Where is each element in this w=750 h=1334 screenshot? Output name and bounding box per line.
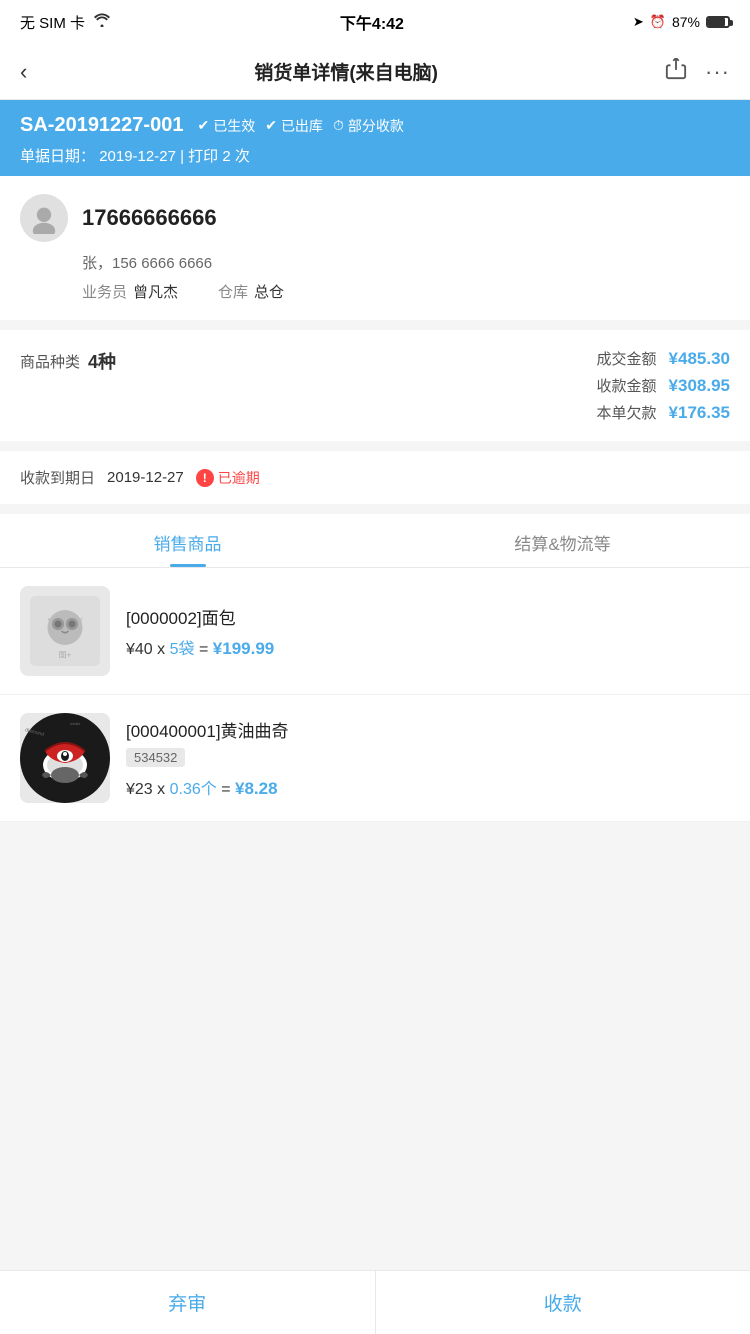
product-name-1: [0000002]面包 (126, 604, 730, 629)
tab-settlement[interactable]: 结算&物流等 (375, 514, 750, 567)
battery-label: 87% (672, 14, 700, 30)
price-qty-1: 5袋 (170, 641, 195, 658)
location-icon: ➤ (633, 14, 644, 30)
amount-label: 成交金额 (597, 348, 657, 369)
received-row: 收款金额 ¥308.95 (597, 375, 730, 396)
order-id: SA-20191227-001 (20, 114, 183, 137)
alarm-icon: ⏰ (650, 14, 666, 30)
collect-payment-button[interactable]: 收款 (376, 1271, 750, 1334)
customer-phone: 17666666666 (82, 205, 217, 231)
type-value: 4种 (88, 348, 116, 374)
avatar (20, 194, 68, 242)
cancel-review-button[interactable]: 弃审 (0, 1271, 376, 1334)
overdue-icon: ! (196, 469, 214, 487)
badge-shipped: ✔ 已出库 (265, 116, 323, 136)
price-unit-1: ¥40 (126, 641, 153, 658)
badge-shipped-label: 已出库 (281, 116, 323, 136)
warehouse-label: 仓库 (218, 281, 248, 302)
debt-value: ¥176.35 (669, 403, 730, 423)
product-name-2: [000400001]黄油曲奇 (126, 717, 730, 742)
header-top: SA-20191227-001 ✔ 已生效 ✔ 已出库 ⏱ 部分收款 (20, 114, 730, 137)
product-info-2: [000400001]黄油曲奇 534532 ¥23 x 0.36个 = ¥8.… (126, 717, 730, 799)
badge-partial-label: 部分收款 (348, 116, 404, 136)
product-title-2: 黄油曲奇 (221, 722, 289, 741)
share-button[interactable] (665, 58, 687, 86)
badge-partial: ⏱ 部分收款 (333, 116, 404, 136)
received-label: 收款金额 (597, 375, 657, 396)
sales-label: 业务员 (82, 281, 127, 302)
sales-value: 曾凡杰 (133, 281, 178, 302)
stats-left: 商品种类 4种 (20, 348, 116, 374)
amount-value: ¥485.30 (669, 349, 730, 369)
nav-actions: ··· (665, 58, 730, 86)
debt-label: 本单欠款 (597, 402, 657, 423)
due-date-label: 收款到期日 (20, 467, 95, 488)
stats-card: 商品种类 4种 成交金额 ¥485.30 收款金额 ¥308.95 本单欠款 ¥… (0, 330, 750, 441)
product-price-1: ¥40 x 5袋 = ¥199.99 (126, 635, 730, 659)
tab-sales-label: 销售商品 (154, 535, 222, 554)
overdue-label: 已逾期 (218, 468, 260, 488)
warehouse-value: 总仓 (254, 281, 284, 302)
product-info-1: [0000002]面包 ¥40 x 5袋 = ¥199.99 (126, 604, 730, 659)
price-unit-2: ¥23 (126, 781, 153, 798)
sales-meta: 业务员 曾凡杰 (82, 281, 178, 302)
tab-settlement-label: 结算&物流等 (514, 535, 610, 554)
bottom-bar: 弃审 收款 (0, 1270, 750, 1334)
status-badges: ✔ 已生效 ✔ 已出库 ⏱ 部分收款 (197, 116, 403, 136)
due-date-card: 收款到期日 2019-12-27 ! 已逾期 (0, 451, 750, 504)
wifi-icon (93, 13, 111, 31)
stats-right: 成交金额 ¥485.30 收款金额 ¥308.95 本单欠款 ¥176.35 (597, 348, 730, 423)
tab-sales-products[interactable]: 销售商品 (0, 514, 375, 567)
product-price-2: ¥23 x 0.36个 = ¥8.28 (126, 775, 730, 799)
print-info: | 打印 2 次 (180, 148, 250, 165)
overdue-badge: ! 已逾期 (196, 468, 260, 488)
more-button[interactable]: ··· (705, 59, 730, 85)
page-title: 销货单详情(来自电脑) (254, 58, 438, 85)
customer-top: 17666666666 (20, 194, 730, 242)
product-item: 图+ [0000002]面包 ¥40 x 5袋 = ¥199.99 (0, 568, 750, 695)
badge-effective: ✔ 已生效 (197, 116, 255, 136)
received-value: ¥308.95 (669, 376, 730, 396)
date-value: 2019-12-27 (99, 148, 176, 165)
amount-row: 成交金额 ¥485.30 (597, 348, 730, 369)
badge-effective-label: 已生效 (213, 116, 255, 136)
check-icon-2: ✔ (265, 117, 277, 134)
price-qty-2: 0.36个 (170, 781, 217, 798)
product-list: 图+ [0000002]面包 ¥40 x 5袋 = ¥199.99 (0, 568, 750, 822)
customer-meta: 业务员 曾凡杰 仓库 总仓 (20, 281, 730, 302)
nav-bar: ‹ 销货单详情(来自电脑) ··· (0, 44, 750, 100)
carrier-label: 无 SIM 卡 (20, 12, 85, 33)
back-button[interactable]: ‹ (20, 59, 27, 85)
svg-text:whale: whale (70, 721, 81, 726)
header-sub: 单据日期： 2019-12-27 | 打印 2 次 (20, 145, 730, 166)
price-total-2: ¥8.28 (235, 779, 278, 798)
status-time: 下午4:42 (340, 10, 404, 34)
check-icon-1: ✔ (197, 117, 209, 134)
svg-text:图+: 图+ (59, 650, 72, 659)
product-code-2: [000400001] (126, 722, 221, 741)
price-total-1: ¥199.99 (213, 639, 274, 658)
product-code-1: [0000002] (126, 609, 202, 628)
product-sku-2: 534532 (126, 748, 185, 767)
warehouse-meta: 仓库 总仓 (218, 281, 284, 302)
customer-contact: 张，156 6666 6666 (20, 252, 730, 273)
status-right: ➤ ⏰ 87% (633, 14, 730, 30)
due-date-value: 2019-12-27 (107, 469, 184, 486)
tabs-bar: 销售商品 结算&物流等 (0, 514, 750, 568)
status-left: 无 SIM 卡 (20, 12, 111, 33)
product-thumb-2: diamond whale (20, 713, 110, 803)
debt-row: 本单欠款 ¥176.35 (597, 402, 730, 423)
header-banner: SA-20191227-001 ✔ 已生效 ✔ 已出库 ⏱ 部分收款 单据日期：… (0, 100, 750, 176)
customer-card: 17666666666 张，156 6666 6666 业务员 曾凡杰 仓库 总… (0, 176, 750, 320)
battery-icon (706, 16, 730, 28)
product-thumb-1: 图+ (20, 586, 110, 676)
product-item-2: diamond whale [000400001]黄油曲奇 534532 ¥23… (0, 695, 750, 822)
clock-icon: ⏱ (333, 117, 344, 134)
type-label: 商品种类 (20, 351, 80, 372)
date-label: 单据日期： (20, 148, 95, 165)
product-title-1: 面包 (202, 609, 236, 628)
status-bar: 无 SIM 卡 下午4:42 ➤ ⏰ 87% (0, 0, 750, 44)
